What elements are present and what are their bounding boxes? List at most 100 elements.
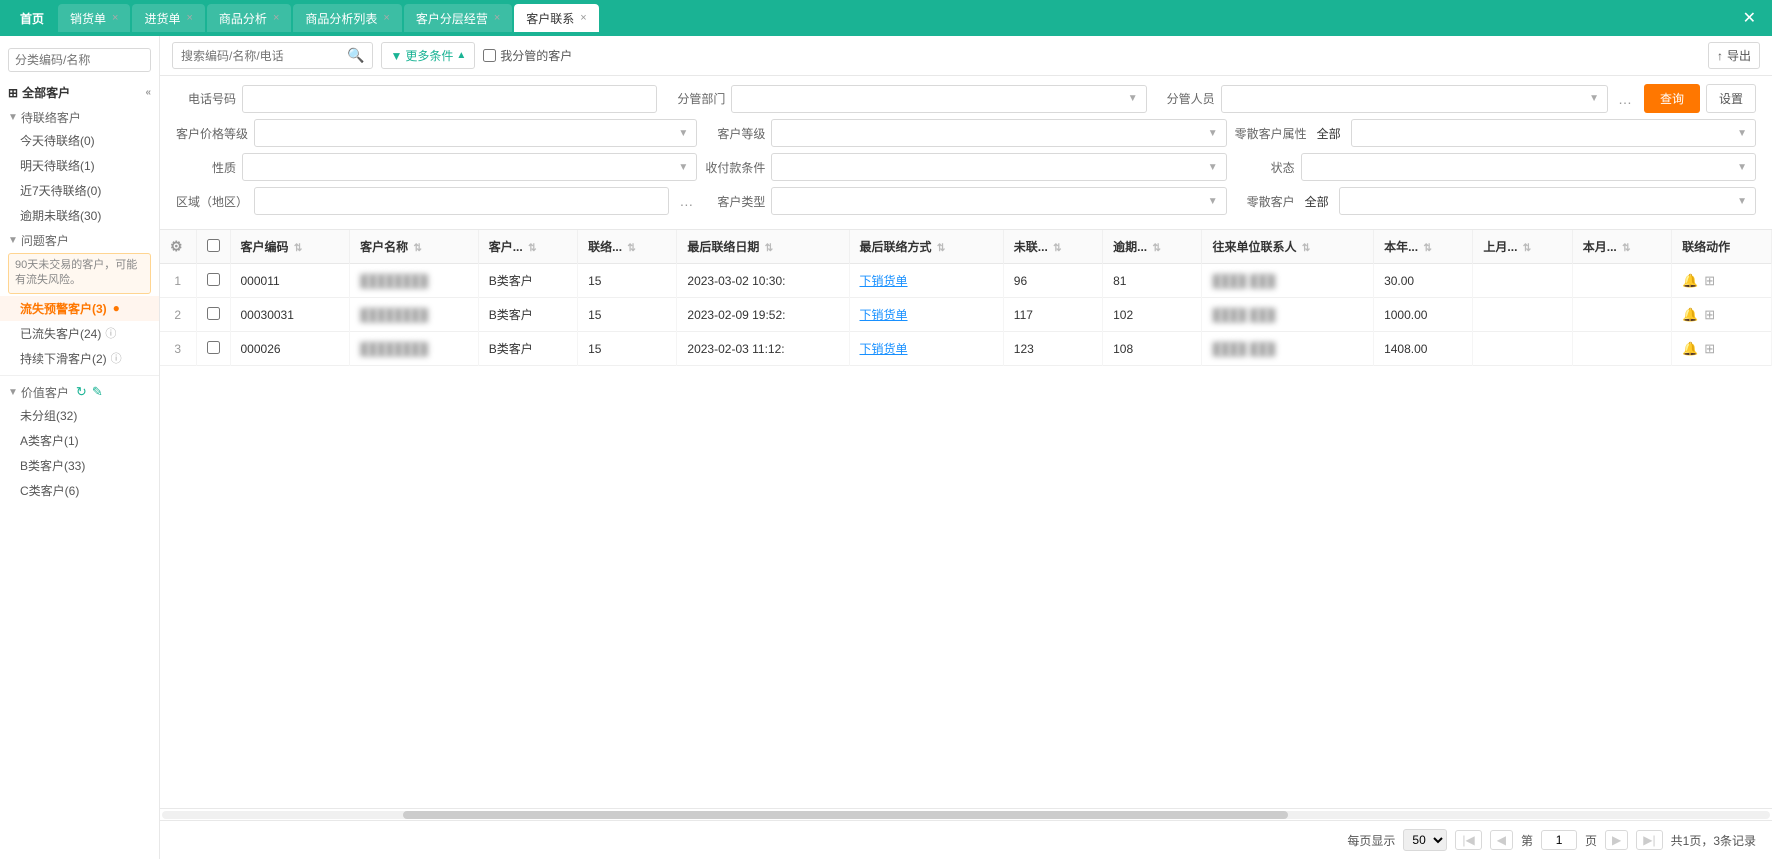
horizontal-scrollbar-thumb[interactable] (403, 811, 1287, 819)
close-product-analysis-tab[interactable]: × (273, 12, 279, 24)
action-more-icon[interactable]: ⊞ (1704, 307, 1715, 323)
tab-customer-contact[interactable]: 客户联系 × (514, 4, 598, 32)
sidebar-item-declining[interactable]: 持续下滑客户(2) ⓘ (0, 346, 159, 371)
filter-region-select[interactable] (254, 187, 669, 215)
settings-icon[interactable]: ⚙ (170, 238, 183, 254)
tab-sales[interactable]: 销货单 × (58, 4, 130, 32)
filter-search-box[interactable]: 🔍 (172, 42, 373, 69)
sidebar-item-overdue[interactable]: 逾期未联络(30) (0, 203, 159, 228)
action-contact-icon[interactable]: 🔔 (1682, 307, 1698, 323)
action-more-icon[interactable]: ⊞ (1704, 341, 1715, 357)
sort-no-contact-icon[interactable]: ⇅ (1053, 243, 1061, 254)
per-page-select[interactable]: 50 (1403, 829, 1447, 851)
filter-search-button[interactable]: 🔍 (347, 47, 364, 64)
last-page-button[interactable]: ▶| (1636, 830, 1662, 850)
row-last-method[interactable]: 下销货单 (849, 298, 1003, 332)
sidebar-item-tomorrow[interactable]: 明天待联络(1) (0, 153, 159, 178)
sort-year-icon[interactable]: ⇅ (1423, 243, 1431, 254)
row-checkbox[interactable] (207, 273, 220, 286)
sort-name-icon[interactable]: ⇅ (413, 243, 421, 254)
sidebar-item-7days[interactable]: 近7天待联络(0) (0, 178, 159, 203)
close-purchase-tab[interactable]: × (186, 12, 192, 24)
sidebar-item-class-a[interactable]: A类客户(1) (0, 428, 159, 453)
edit-icon[interactable]: ✎ (92, 384, 103, 400)
row-last-method[interactable]: 下销货单 (849, 264, 1003, 298)
sidebar-search-box[interactable]: 🔍 (8, 48, 151, 72)
filter-status-select[interactable]: ▼ (1301, 153, 1756, 181)
sidebar-all-customers[interactable]: ⊞ 全部客户 « (0, 80, 159, 105)
sidebar-group-problem[interactable]: ▼ 问题客户 (0, 228, 159, 251)
region-more-button[interactable]: … (675, 193, 697, 209)
row-checkbox-cell[interactable] (196, 298, 230, 332)
sort-unit-contact-icon[interactable]: ⇅ (1302, 243, 1310, 254)
sort-last-date-icon[interactable]: ⇅ (765, 243, 773, 254)
filter-payment-select[interactable]: ▼ (771, 153, 1226, 181)
tab-home[interactable]: 首页 (8, 10, 56, 27)
filter-search-input[interactable] (181, 49, 341, 63)
person-more-button[interactable]: … (1614, 91, 1636, 107)
tab-customer-tier[interactable]: 客户分层经营 × (404, 4, 512, 32)
action-more-icon[interactable]: ⊞ (1704, 273, 1715, 289)
sidebar-item-class-b[interactable]: B类客户(33) (0, 453, 159, 478)
sort-curr-month-icon[interactable]: ⇅ (1622, 243, 1630, 254)
my-customers-checkbox-area[interactable]: 我分管的客户 (483, 47, 572, 64)
col-overdue: 逾期... ⇅ (1103, 230, 1202, 264)
sidebar-group-value[interactable]: ▼ 价值客户 ↻ ✎ (0, 380, 159, 403)
filter-zero-customer-select[interactable]: ▼ (1339, 187, 1756, 215)
action-contact-icon[interactable]: 🔔 (1682, 273, 1698, 289)
row-checkbox[interactable] (207, 341, 220, 354)
horizontal-scrollbar[interactable] (162, 811, 1770, 819)
page-number-input[interactable] (1541, 830, 1577, 850)
sort-last-method-icon[interactable]: ⇅ (937, 243, 945, 254)
refresh-icon[interactable]: ↻ (76, 384, 87, 400)
close-customer-tier-tab[interactable]: × (494, 12, 500, 24)
filter-dept-select[interactable]: ▼ (731, 85, 1146, 113)
person-dropdown-icon: ▼ (1589, 93, 1599, 104)
filter-person-select[interactable]: ▼ (1221, 85, 1608, 113)
next-page-button[interactable]: ▶ (1605, 830, 1628, 850)
sidebar-item-churned[interactable]: 已流失客户(24) ⓘ (0, 321, 159, 346)
filter-customer-level-select[interactable]: ▼ (771, 119, 1226, 147)
close-customer-contact-tab[interactable]: × (580, 12, 586, 24)
sidebar-search-input[interactable] (15, 53, 170, 67)
sort-overdue-icon[interactable]: ⇅ (1152, 243, 1160, 254)
sort-contact-icon[interactable]: ⇅ (627, 243, 635, 254)
sidebar-item-churn-warning[interactable]: 流失预警客户(3) ● (0, 296, 159, 321)
tab-purchase[interactable]: 进货单 × (132, 4, 204, 32)
row-checkbox-cell[interactable] (196, 332, 230, 366)
filter-customer-type-select[interactable]: ▼ (771, 187, 1226, 215)
close-product-list-tab[interactable]: × (383, 12, 389, 24)
sidebar-item-today[interactable]: 今天待联络(0) (0, 128, 159, 153)
more-conditions-button[interactable]: ▼ 更多条件 ▲ (381, 42, 475, 69)
select-all-checkbox[interactable] (207, 239, 220, 252)
row-last-method[interactable]: 下销货单 (849, 332, 1003, 366)
sort-last-month-icon[interactable]: ⇅ (1523, 243, 1531, 254)
row-checkbox-cell[interactable] (196, 264, 230, 298)
filter-price-level-select[interactable]: ▼ (254, 119, 697, 147)
sidebar-item-class-c[interactable]: C类客户(6) (0, 478, 159, 503)
horizontal-scrollbar-area[interactable] (160, 808, 1772, 820)
filter-nature-select[interactable]: ▼ (242, 153, 697, 181)
prev-page-button[interactable]: ◀ (1490, 830, 1513, 850)
action-contact-icon[interactable]: 🔔 (1682, 341, 1698, 357)
sidebar-group-pending[interactable]: ▼ 待联络客户 (0, 105, 159, 128)
close-sales-tab[interactable]: × (112, 12, 118, 24)
checkbox-col-header[interactable] (196, 230, 230, 264)
sidebar-item-ungrouped[interactable]: 未分组(32) (0, 403, 159, 428)
settings-button[interactable]: 设置 (1706, 84, 1756, 113)
sidebar-collapse-icon[interactable]: « (145, 87, 151, 98)
sort-code-icon[interactable]: ⇅ (294, 243, 302, 254)
row-checkbox[interactable] (207, 307, 220, 320)
tab-product-analysis[interactable]: 商品分析 × (207, 4, 291, 32)
my-customers-checkbox[interactable] (483, 49, 496, 62)
window-close-button[interactable]: ✕ (1735, 8, 1764, 28)
filter-phone-input[interactable] (242, 85, 657, 113)
table-header-row: ⚙ 客户编码 ⇅ 客户名称 ⇅ (160, 230, 1772, 264)
tab-product-list[interactable]: 商品分析列表 × (293, 4, 401, 32)
filter-zero-attr-select[interactable]: ▼ (1351, 119, 1756, 147)
first-page-button[interactable]: |◀ (1455, 830, 1481, 850)
query-button[interactable]: 查询 (1644, 84, 1700, 113)
sort-type-icon[interactable]: ⇅ (528, 243, 536, 254)
export-button[interactable]: ↑ 导出 (1708, 42, 1760, 69)
settings-col-header[interactable]: ⚙ (160, 230, 196, 264)
